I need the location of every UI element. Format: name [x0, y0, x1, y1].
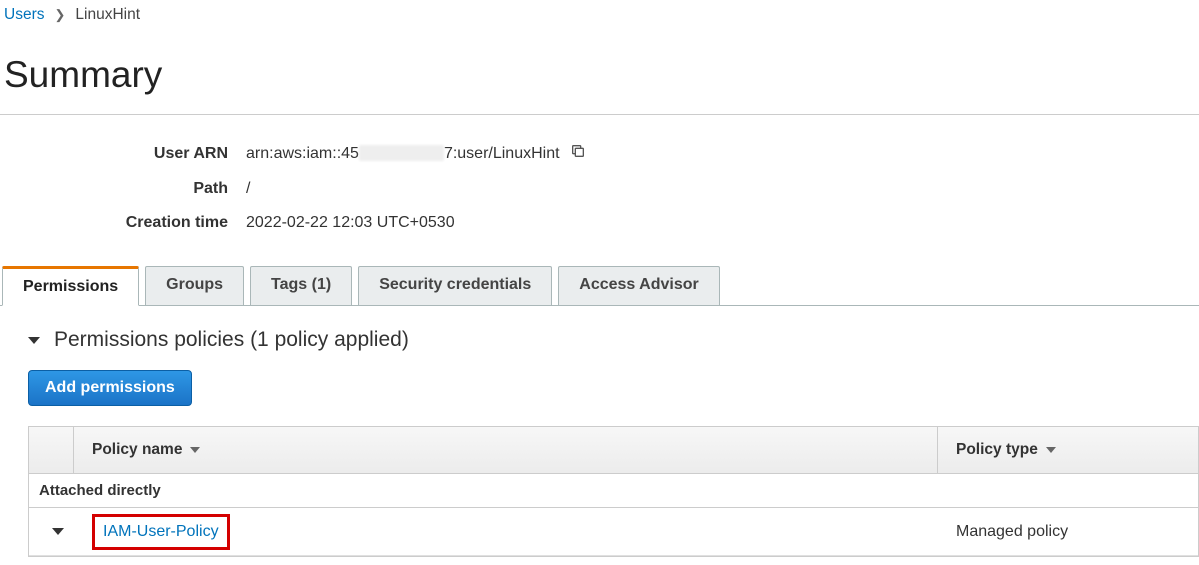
column-expand: [29, 427, 74, 473]
detail-row-path: Path /: [0, 172, 1199, 206]
permissions-section-header[interactable]: Permissions policies (1 policy applied): [28, 328, 1199, 352]
permissions-panel: Permissions policies (1 policy applied) …: [0, 306, 1199, 557]
tab-permissions[interactable]: Permissions: [2, 266, 139, 306]
group-attached-directly: Attached directly: [29, 474, 1198, 508]
arn-value: arn:aws:iam::45 7:user/LinuxHint: [246, 143, 586, 164]
arn-label: User ARN: [0, 145, 246, 163]
creation-value: 2022-02-22 12:03 UTC+0530: [246, 214, 455, 232]
table-row: IAM-User-Policy Managed policy: [29, 508, 1198, 556]
column-policy-name[interactable]: Policy name: [74, 427, 938, 473]
breadcrumb: Users ❯ LinuxHint: [0, 0, 1199, 30]
column-policy-type[interactable]: Policy type: [938, 427, 1198, 473]
column-policy-type-label: Policy type: [956, 441, 1038, 459]
cell-policy-type: Managed policy: [938, 523, 1198, 541]
table-header-row: Policy name Policy type: [29, 427, 1198, 474]
sort-caret-icon: [190, 447, 200, 453]
column-policy-name-label: Policy name: [92, 441, 182, 459]
detail-row-creation: Creation time 2022-02-22 12:03 UTC+0530: [0, 206, 1199, 240]
caret-down-icon: [52, 528, 64, 535]
arn-suffix: 7:user/LinuxHint: [444, 145, 560, 162]
tab-tags[interactable]: Tags (1): [250, 266, 352, 305]
sort-caret-icon: [1046, 447, 1056, 453]
path-value: /: [246, 180, 250, 198]
creation-label: Creation time: [0, 214, 246, 232]
breadcrumb-current: LinuxHint: [75, 6, 140, 24]
policy-table: Policy name Policy type Attached directl…: [28, 426, 1199, 557]
arn-redacted: [359, 145, 444, 161]
arn-prefix: arn:aws:iam::45: [246, 145, 359, 162]
page-title: Summary: [0, 30, 1199, 115]
detail-row-arn: User ARN arn:aws:iam::45 7:user/LinuxHint: [0, 135, 1199, 172]
policy-link[interactable]: IAM-User-Policy: [103, 523, 219, 540]
highlight-annotation: IAM-User-Policy: [92, 514, 230, 550]
user-details: User ARN arn:aws:iam::45 7:user/LinuxHint…: [0, 115, 1199, 250]
add-permissions-button[interactable]: Add permissions: [28, 370, 192, 406]
cell-policy-name: IAM-User-Policy: [74, 514, 938, 550]
breadcrumb-users-link[interactable]: Users: [4, 6, 44, 24]
permissions-section-title: Permissions policies (1 policy applied): [54, 328, 409, 352]
caret-down-icon: [28, 337, 40, 344]
tabs: Permissions Groups Tags (1) Security cre…: [0, 266, 1199, 306]
copy-icon[interactable]: [570, 143, 586, 164]
row-expand-toggle[interactable]: [29, 528, 74, 535]
tab-access-advisor[interactable]: Access Advisor: [558, 266, 719, 305]
breadcrumb-separator-icon: ❯: [54, 7, 65, 23]
tab-groups[interactable]: Groups: [145, 266, 244, 305]
path-label: Path: [0, 180, 246, 198]
tab-security-credentials[interactable]: Security credentials: [358, 266, 552, 305]
